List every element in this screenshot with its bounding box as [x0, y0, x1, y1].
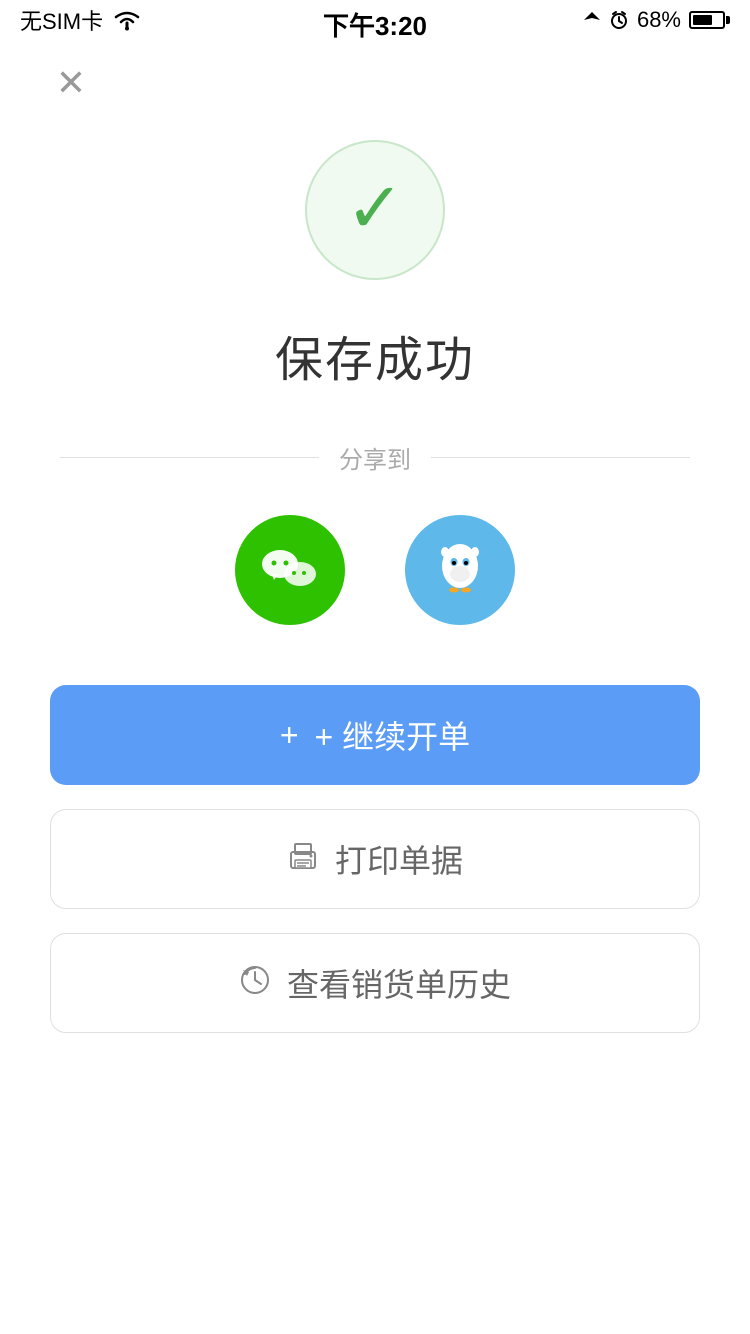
status-left: 无SIM卡	[20, 4, 141, 36]
status-right: 68%	[583, 7, 730, 33]
location-icon	[583, 11, 601, 29]
status-bar: 无SIM卡 下午3:20 68%	[0, 0, 750, 40]
history-icon	[239, 964, 271, 1003]
divider-right	[431, 457, 690, 458]
qq-share-button[interactable]	[405, 515, 515, 625]
success-circle: ✓	[305, 140, 445, 280]
wechat-share-button[interactable]	[235, 515, 345, 625]
plus-icon: +	[280, 717, 299, 754]
qq-icon	[432, 538, 488, 602]
carrier-text: 无SIM卡	[20, 4, 103, 36]
alarm-icon	[609, 10, 629, 30]
history-button[interactable]: 查看销货单历史	[50, 933, 700, 1033]
share-section: 分享到	[0, 440, 750, 625]
status-time: 下午3:20	[323, 6, 427, 43]
wechat-icon	[258, 542, 322, 598]
share-divider: 分享到	[60, 440, 690, 475]
checkmark-icon: ✓	[346, 173, 405, 243]
wifi-icon	[113, 9, 141, 31]
success-title: 保存成功	[275, 320, 475, 390]
print-icon	[287, 842, 319, 877]
continue-button[interactable]: + + 继续开单	[50, 685, 700, 785]
history-button-label: 查看销货单历史	[287, 960, 511, 1006]
divider-left	[60, 457, 319, 458]
battery-icon	[689, 11, 730, 29]
main-content: ✓ 保存成功 分享到	[0, 40, 750, 1334]
actions: + + 继续开单 打印单据	[0, 685, 750, 1033]
print-button[interactable]: 打印单据	[50, 809, 700, 909]
share-label: 分享到	[339, 440, 411, 475]
battery-text: 68%	[637, 7, 681, 33]
share-icons	[60, 515, 690, 625]
continue-button-label: + 继续开单	[315, 712, 471, 758]
print-button-label: 打印单据	[335, 836, 463, 882]
